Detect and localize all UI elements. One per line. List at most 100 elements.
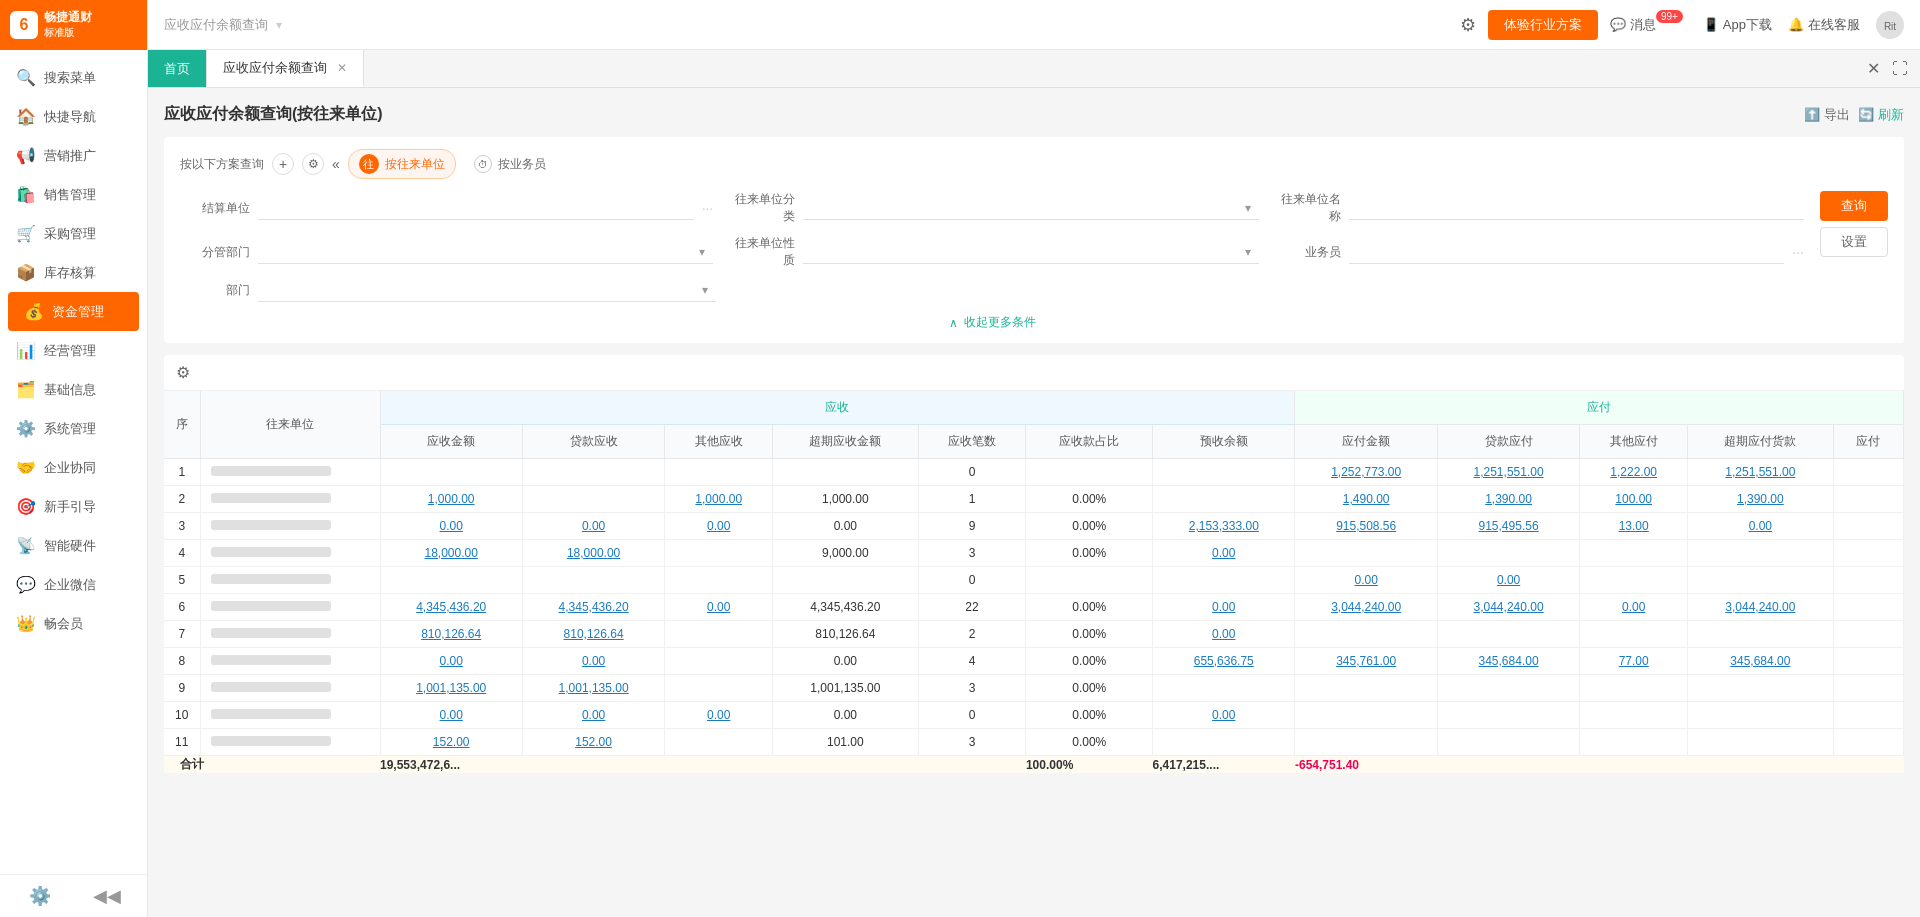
filter-select-partner-category[interactable]: ▾ [803,197,1258,220]
cell-ar-prepaid[interactable]: 2,153,333.00 [1153,513,1295,540]
sidebar-item-quick-nav[interactable]: 🏠快捷导航 [0,97,147,136]
cell-ap-overdue[interactable]: 0.00 [1688,513,1833,540]
cell-ar-amount[interactable]: 0.00 [380,513,522,540]
cell-ap-overdue[interactable]: 3,044,240.00 [1688,594,1833,621]
cell-ar-loan[interactable]: 0.00 [522,702,664,729]
cell-ap-other[interactable]: 13.00 [1580,513,1688,540]
cell-ar-amount[interactable]: 18,000.00 [380,540,522,567]
cell-ap-loan[interactable]: 3,044,240.00 [1437,594,1579,621]
cell-ar-other[interactable]: 1,000.00 [665,486,773,513]
cell-ap-loan[interactable]: 0.00 [1437,567,1579,594]
tab-home[interactable]: 首页 [148,50,207,87]
user-avatar[interactable]: Rit [1876,11,1904,39]
sidebar-item-collab[interactable]: 🤝企业协同 [0,448,147,487]
promo-button[interactable]: 体验行业方案 [1488,10,1598,40]
cell-ar-loan[interactable]: 152.00 [522,729,664,756]
cell-ar-loan[interactable]: 810,126.64 [522,621,664,648]
tab-maximize-icon[interactable]: ⛶ [1892,60,1908,78]
cell-ap-overdue[interactable]: 1,390.00 [1688,486,1833,513]
cell-ar-amount[interactable]: 0.00 [380,702,522,729]
cell-ar-loan[interactable]: 0.00 [522,513,664,540]
tab-close-icon[interactable]: ✕ [337,61,347,75]
messages-btn[interactable]: 💬 消息 99+ [1610,16,1687,34]
sidebar-collapse-btn[interactable]: ◀◀ [78,885,138,907]
filter-select-department[interactable]: ▾ [258,279,716,302]
gear-button[interactable]: ⚙ [1460,14,1476,36]
cell-ar-prepaid[interactable]: 0.00 [1153,540,1295,567]
online-service-btn[interactable]: 🔔 在线客服 [1788,16,1860,34]
cell-ar-other[interactable]: 0.00 [665,513,773,540]
cell-ar-prepaid[interactable]: 0.00 [1153,702,1295,729]
cell-ar-loan[interactable]: 18,000.00 [522,540,664,567]
cell-ar-amount[interactable]: 810,126.64 [380,621,522,648]
sidebar-item-finance[interactable]: 💰资金管理 [8,292,139,331]
cell-ar-loan[interactable]: 4,345,436.20 [522,594,664,621]
cell-ap-amount[interactable]: 1,490.00 [1295,486,1437,513]
cell-ar-prepaid[interactable]: 0.00 [1153,621,1295,648]
cell-ap-loan[interactable]: 915,495.56 [1437,513,1579,540]
filter-input-partner-name[interactable] [1349,197,1804,220]
cell-ap-amount[interactable]: 345,761.00 [1295,648,1437,675]
filter-collapse-btn[interactable]: ∧ 收起更多条件 [180,314,1804,331]
filter-select-dept[interactable]: ▾ [258,241,713,264]
sidebar-item-hardware[interactable]: 📡智能硬件 [0,526,147,565]
table-settings-icon[interactable]: ⚙ [176,363,190,382]
filter-dots-salesperson[interactable]: ··· [1792,244,1804,260]
filter-setting-btn[interactable]: ⚙ [302,153,324,175]
filter-select-partner-nature[interactable]: ▾ [803,241,1258,264]
cell-ar-prepaid[interactable]: 0.00 [1153,594,1295,621]
tab-ar-ap[interactable]: 应收应付余额查询 ✕ [207,50,364,87]
sidebar-item-marketing[interactable]: 📢营销推广 [0,136,147,175]
sidebar-settings-btn[interactable]: ⚙️ [10,885,70,907]
cell-ap-amount[interactable]: 3,044,240.00 [1295,594,1437,621]
sidebar-item-wechat[interactable]: 💬企业微信 [0,565,147,604]
cell-ar-amount[interactable]: 1,000.00 [380,486,522,513]
total-ar-prepaid[interactable]: 6,417,215.... [1153,756,1295,774]
query-button[interactable]: 查询 [1820,191,1888,221]
sidebar-item-basic-info[interactable]: 🗂️基础信息 [0,370,147,409]
refresh-button[interactable]: 🔄 刷新 [1858,106,1904,124]
filter-input-settlement[interactable] [258,197,694,220]
cell-ap-overdue[interactable]: 345,684.00 [1688,648,1833,675]
tab-close-window-icon[interactable]: ✕ [1867,59,1880,78]
filter-option-partner[interactable]: 往 按往来单位 [348,149,456,179]
cell-ar-other[interactable]: 0.00 [665,594,773,621]
sidebar-item-member[interactable]: 👑畅会员 [0,604,147,643]
filter-collapse-btn[interactable]: « [332,156,340,172]
cell-ar-loan[interactable]: 1,001,135.00 [522,675,664,702]
setting-button[interactable]: 设置 [1820,227,1888,257]
sidebar-item-guide[interactable]: 🎯新手引导 [0,487,147,526]
export-button[interactable]: ⬆️ 导出 [1804,106,1850,124]
sidebar-item-operations[interactable]: 📊经营管理 [0,331,147,370]
sidebar-item-inventory[interactable]: 📦库存核算 [0,253,147,292]
filter-add-btn[interactable]: + [272,153,294,175]
sidebar-item-search[interactable]: 🔍搜索菜单 [0,58,147,97]
cell-ar-amount[interactable]: 4,345,436.20 [380,594,522,621]
cell-ap-amount[interactable]: 915,508.56 [1295,513,1437,540]
cell-ar-loan[interactable]: 0.00 [522,648,664,675]
cell-ap-overdue[interactable]: 1,251,551.00 [1688,459,1833,486]
cell-ar-amount[interactable]: 1,001,135.00 [380,675,522,702]
cell-ap-other[interactable]: 77.00 [1580,648,1688,675]
cell-ap-other[interactable]: 1,222.00 [1580,459,1688,486]
sidebar-item-purchase[interactable]: 🛒采购管理 [0,214,147,253]
cell-ap-other[interactable]: 100.00 [1580,486,1688,513]
cell-ap-amount[interactable]: 1,252,773.00 [1295,459,1437,486]
cell-ap-loan[interactable]: 345,684.00 [1437,648,1579,675]
filter-option-salesperson[interactable]: ⏱ 按业务员 [464,151,556,177]
total-ar-amount[interactable]: 19,553,472,6... [380,756,522,774]
cell-ap-other[interactable]: 0.00 [1580,594,1688,621]
app-download-btn[interactable]: 📱 App下载 [1703,16,1772,34]
filter-input-salesperson[interactable] [1349,241,1785,264]
cell-ap-loan[interactable]: 1,390.00 [1437,486,1579,513]
cell-ar-other[interactable]: 0.00 [665,702,773,729]
cell-ap-amount[interactable]: 0.00 [1295,567,1437,594]
filter-dots-settlement[interactable]: ··· [702,200,714,216]
header-actions: 💬 消息 99+ 📱 App下载 🔔 在线客服 Rit [1610,11,1904,39]
sidebar-item-sales[interactable]: 🛍️销售管理 [0,175,147,214]
cell-ap-loan[interactable]: 1,251,551.00 [1437,459,1579,486]
cell-ar-amount[interactable]: 152.00 [380,729,522,756]
sidebar-item-system[interactable]: ⚙️系统管理 [0,409,147,448]
cell-ar-prepaid[interactable]: 655,636.75 [1153,648,1295,675]
cell-ar-amount[interactable]: 0.00 [380,648,522,675]
